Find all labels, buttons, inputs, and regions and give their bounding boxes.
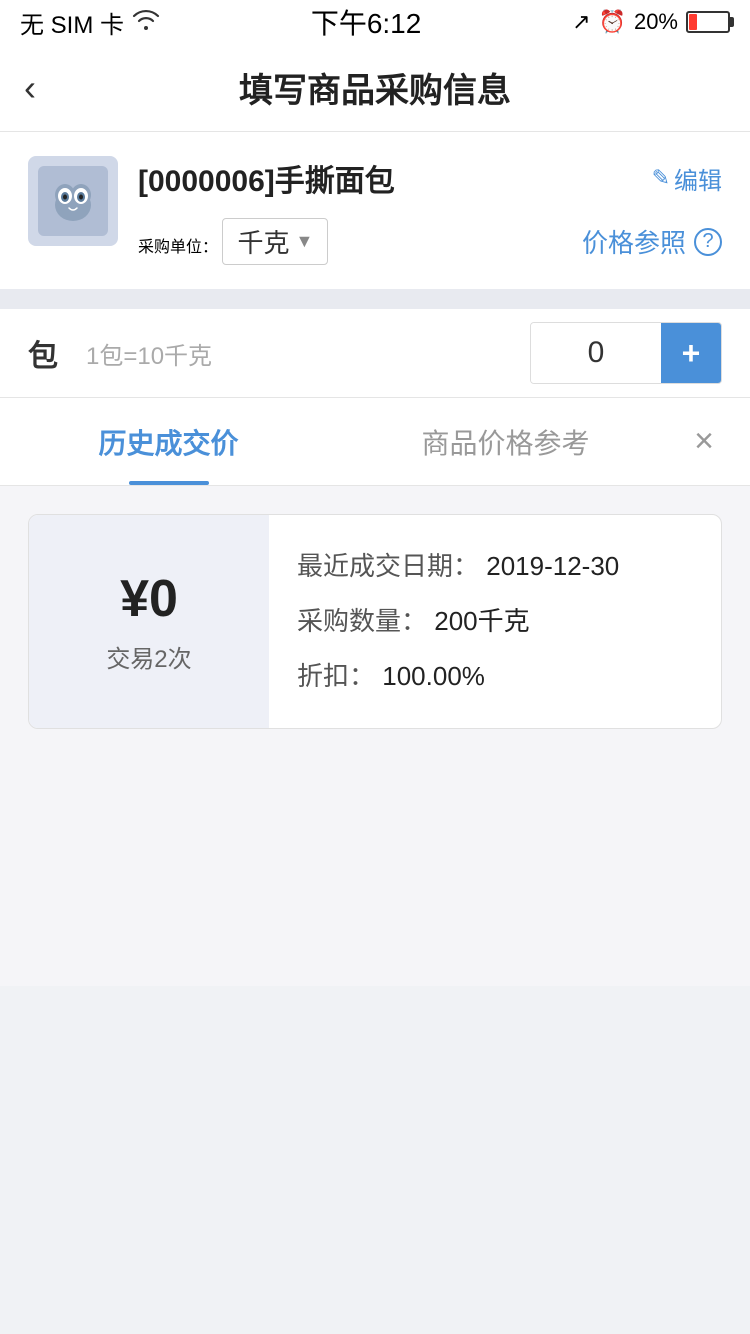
location-icon: ↗ <box>572 9 590 35</box>
unit-prefix: 采购单位： <box>138 239 218 256</box>
recent-date-row: 最近成交日期： 2019-12-30 <box>297 547 693 586</box>
product-card: [0000006]手撕面包 ✎ 编辑 采购单位： 千克 ▼ 价格参照 <box>0 132 750 289</box>
tab-history-label: 历史成交价 <box>98 422 238 462</box>
qty-unit-label: 包 <box>28 331 58 375</box>
history-trades-count: 交易2次 <box>106 639 191 674</box>
battery-pct-label: 20% <box>634 9 678 35</box>
quantity-row: 包 1包=10千克 + <box>0 309 750 397</box>
history-card: ¥0 交易2次 最近成交日期： 2019-12-30 采购数量： 200千克 折… <box>28 514 722 729</box>
history-price-value: ¥0 <box>120 569 178 629</box>
product-logo <box>28 156 118 246</box>
recent-date-value: 2019-12-30 <box>486 551 619 581</box>
product-info: [0000006]手撕面包 ✎ 编辑 采购单位： 千克 ▼ 价格参照 <box>138 156 722 265</box>
edit-icon: ✎ <box>652 165 670 191</box>
help-icon: ? <box>694 228 722 256</box>
wifi-icon <box>132 8 160 37</box>
status-bar: 无 SIM 卡 下午6:12 ↗ ⏰ 20% <box>0 0 750 44</box>
tab-bar: 历史成交价 商品价格参考 × <box>0 398 750 486</box>
product-unit-row: 采购单位： 千克 ▼ 价格参照 ? <box>138 218 722 265</box>
unit-label-text: 采购单位： 千克 ▼ <box>138 218 328 265</box>
product-header: [0000006]手撕面包 ✎ 编辑 采购单位： 千克 ▼ 价格参照 <box>28 156 722 265</box>
product-title-row: [0000006]手撕面包 ✎ 编辑 <box>138 156 722 200</box>
discount-label: 折扣： <box>297 661 375 691</box>
product-name: [0000006]手撕面包 <box>138 156 395 200</box>
recent-date-label: 最近成交日期： <box>297 551 479 581</box>
qty-input-field[interactable] <box>531 323 661 383</box>
tab-history-price[interactable]: 历史成交价 <box>0 398 337 485</box>
alarm-icon: ⏰ <box>599 9 626 35</box>
qty-plus-button[interactable]: + <box>661 323 721 383</box>
content-area: ¥0 交易2次 最近成交日期： 2019-12-30 采购数量： 200千克 折… <box>0 486 750 986</box>
tab-product-price-ref[interactable]: 商品价格参考 <box>337 398 674 485</box>
edit-button[interactable]: ✎ 编辑 <box>652 161 722 196</box>
carrier-label: 无 SIM 卡 <box>20 5 124 40</box>
status-right: ↗ ⏰ 20% <box>572 9 730 35</box>
product-logo-inner <box>38 166 108 236</box>
unit-value: 千克 <box>237 223 289 260</box>
qty-detail-value: 200千克 <box>434 606 529 636</box>
page-title: 填写商品采购信息 <box>239 63 511 112</box>
qty-detail-label: 采购数量： <box>297 606 427 636</box>
tab-close-button[interactable]: × <box>674 412 734 472</box>
history-card-right: 最近成交日期： 2019-12-30 采购数量： 200千克 折扣： 100.0… <box>269 515 721 728</box>
qty-row: 采购数量： 200千克 <box>297 602 693 641</box>
qty-unit-hint: 1包=10千克 <box>86 336 212 371</box>
edit-label: 编辑 <box>674 161 722 196</box>
history-card-left: ¥0 交易2次 <box>29 515 269 728</box>
tab-price-ref-label: 商品价格参考 <box>421 422 589 462</box>
discount-row: 折扣： 100.00% <box>297 657 693 696</box>
status-time: 下午6:12 <box>311 2 422 42</box>
section-divider <box>0 289 750 309</box>
price-ref-label: 价格参照 <box>582 223 686 260</box>
tab-active-underline <box>129 481 209 485</box>
discount-value: 100.00% <box>382 661 485 691</box>
qty-input-box: + <box>530 322 722 384</box>
battery-icon <box>686 11 730 33</box>
status-left: 无 SIM 卡 <box>20 5 160 40</box>
price-ref-button[interactable]: 价格参照 ? <box>582 223 722 260</box>
back-button[interactable]: ‹ <box>24 67 36 109</box>
unit-select-dropdown[interactable]: 千克 ▼ <box>222 218 328 265</box>
nav-bar: ‹ 填写商品采购信息 <box>0 44 750 132</box>
dropdown-arrow-icon: ▼ <box>295 231 313 252</box>
